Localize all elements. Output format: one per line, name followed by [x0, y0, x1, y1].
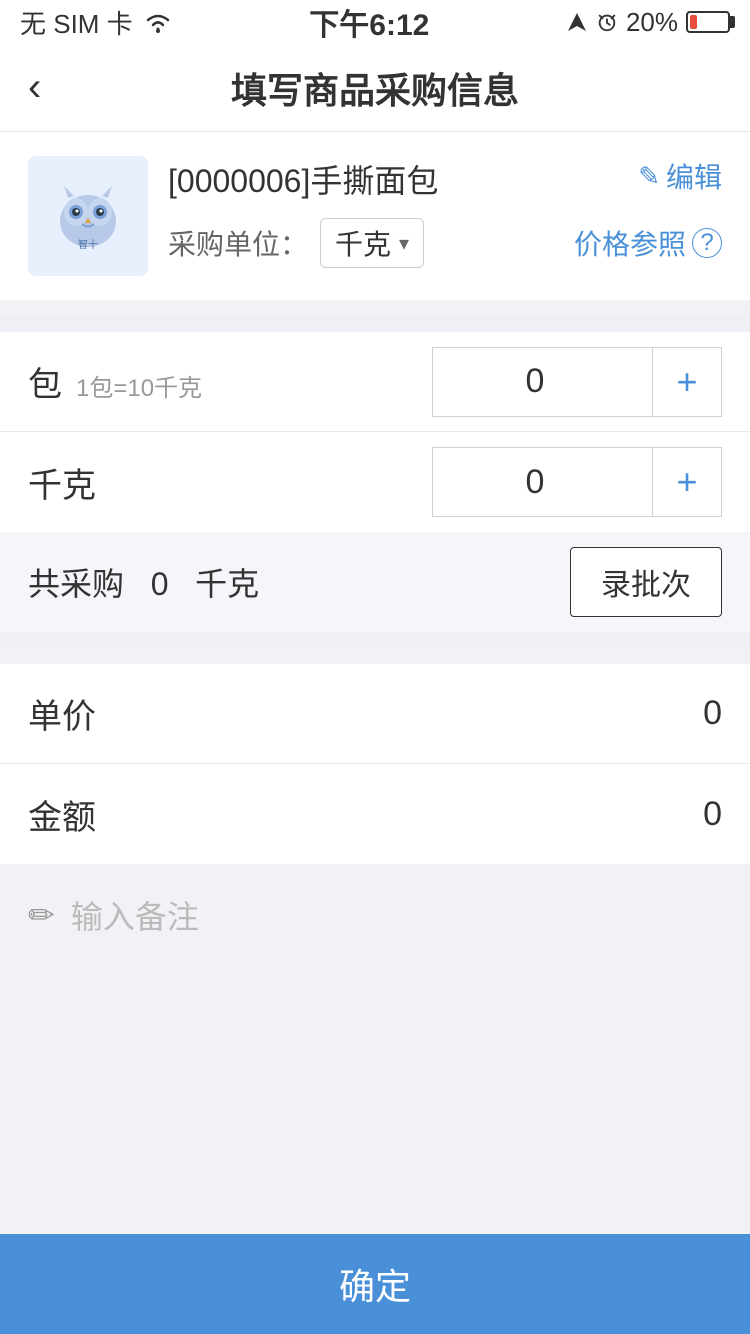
page-title: 填写商品采购信息 [231, 62, 519, 114]
section-divider-1 [0, 316, 750, 332]
status-bar: 无 SIM 卡 下午6:12 20% [0, 0, 750, 44]
kg-label: 千克 [28, 458, 96, 507]
product-image: 智十 [28, 156, 148, 276]
note-section[interactable]: ✏ 输入备注 [0, 864, 750, 966]
amount-label: 金额 [28, 790, 96, 839]
unit-price-value: 0 [703, 694, 722, 733]
unit-price-row: 单价 0 [0, 664, 750, 764]
back-button[interactable]: ‹ [28, 65, 41, 110]
price-section: 单价 0 金额 0 [0, 664, 750, 864]
edit-icon: ✎ [638, 161, 660, 192]
price-ref-label: 价格参照 [574, 223, 686, 263]
unit-price-label: 单价 [28, 689, 96, 738]
help-icon: ? [692, 228, 722, 258]
unit-value: 千克 [335, 223, 391, 263]
kg-quantity-input[interactable] [432, 447, 652, 517]
batch-button[interactable]: 录批次 [570, 547, 722, 617]
purchase-unit-label: 采购单位： [168, 223, 308, 263]
status-left: 无 SIM 卡 [20, 4, 173, 41]
summary-unit: 千克 [195, 566, 259, 602]
product-logo: 智十 [48, 176, 128, 256]
bag-quantity-input[interactable] [432, 347, 652, 417]
status-time: 下午6:12 [309, 0, 429, 44]
location-icon [566, 11, 588, 33]
bag-input-row: 包 1包=10千克 + [0, 332, 750, 432]
product-info: [0000006]手撕面包 ✎ 编辑 采购单位： 千克 ▾ 价格参照 ? [168, 156, 722, 268]
bag-sublabel: 1包=10千克 [76, 368, 202, 403]
chevron-down-icon: ▾ [399, 231, 409, 256]
bottom-spacer [0, 966, 750, 1266]
alarm-icon [596, 11, 618, 33]
quantity-section: 包 1包=10千克 + 千克 + [0, 332, 750, 532]
summary-text: 共采购 0 千克 [28, 559, 259, 605]
edit-button[interactable]: ✎ 编辑 [638, 156, 722, 196]
summary-row: 共采购 0 千克 录批次 [0, 532, 750, 632]
note-placeholder: 输入备注 [71, 892, 199, 938]
pencil-icon: ✏ [28, 896, 55, 934]
amount-row: 金额 0 [0, 764, 750, 864]
status-right: 20% [566, 7, 730, 38]
kg-input-row: 千克 + [0, 432, 750, 532]
product-name-row: [0000006]手撕面包 ✎ 编辑 [168, 156, 722, 202]
sim-label: 无 SIM 卡 [20, 4, 133, 41]
bag-label: 包 1包=10千克 [28, 357, 202, 406]
bag-plus-button[interactable]: + [652, 347, 722, 417]
product-name: [0000006]手撕面包 [168, 156, 438, 202]
edit-label: 编辑 [666, 156, 722, 196]
price-ref-button[interactable]: 价格参照 ? [574, 223, 722, 263]
product-card: 智十 [0000006]手撕面包 ✎ 编辑 采购单位： 千克 ▾ 价格参照 ? [0, 132, 750, 300]
summary-value: 0 [151, 566, 169, 602]
summary-prefix: 共采购 [28, 566, 124, 602]
battery-icon [686, 11, 730, 33]
kg-plus-button[interactable]: + [652, 447, 722, 517]
bag-unit-label: 包 [28, 357, 62, 406]
amount-value: 0 [703, 795, 722, 834]
wifi-icon [143, 11, 173, 33]
unit-selector[interactable]: 千克 ▾ [320, 218, 424, 268]
bag-input-right: + [432, 347, 722, 417]
purchase-unit-row: 采购单位： 千克 ▾ 价格参照 ? [168, 218, 722, 268]
nav-bar: ‹ 填写商品采购信息 [0, 44, 750, 132]
confirm-button[interactable]: 确定 [0, 1234, 750, 1334]
battery-percent: 20% [626, 7, 678, 38]
svg-text:智十: 智十 [78, 238, 98, 251]
kg-unit-label: 千克 [28, 458, 96, 507]
kg-input-right: + [432, 447, 722, 517]
section-divider-2 [0, 632, 750, 648]
